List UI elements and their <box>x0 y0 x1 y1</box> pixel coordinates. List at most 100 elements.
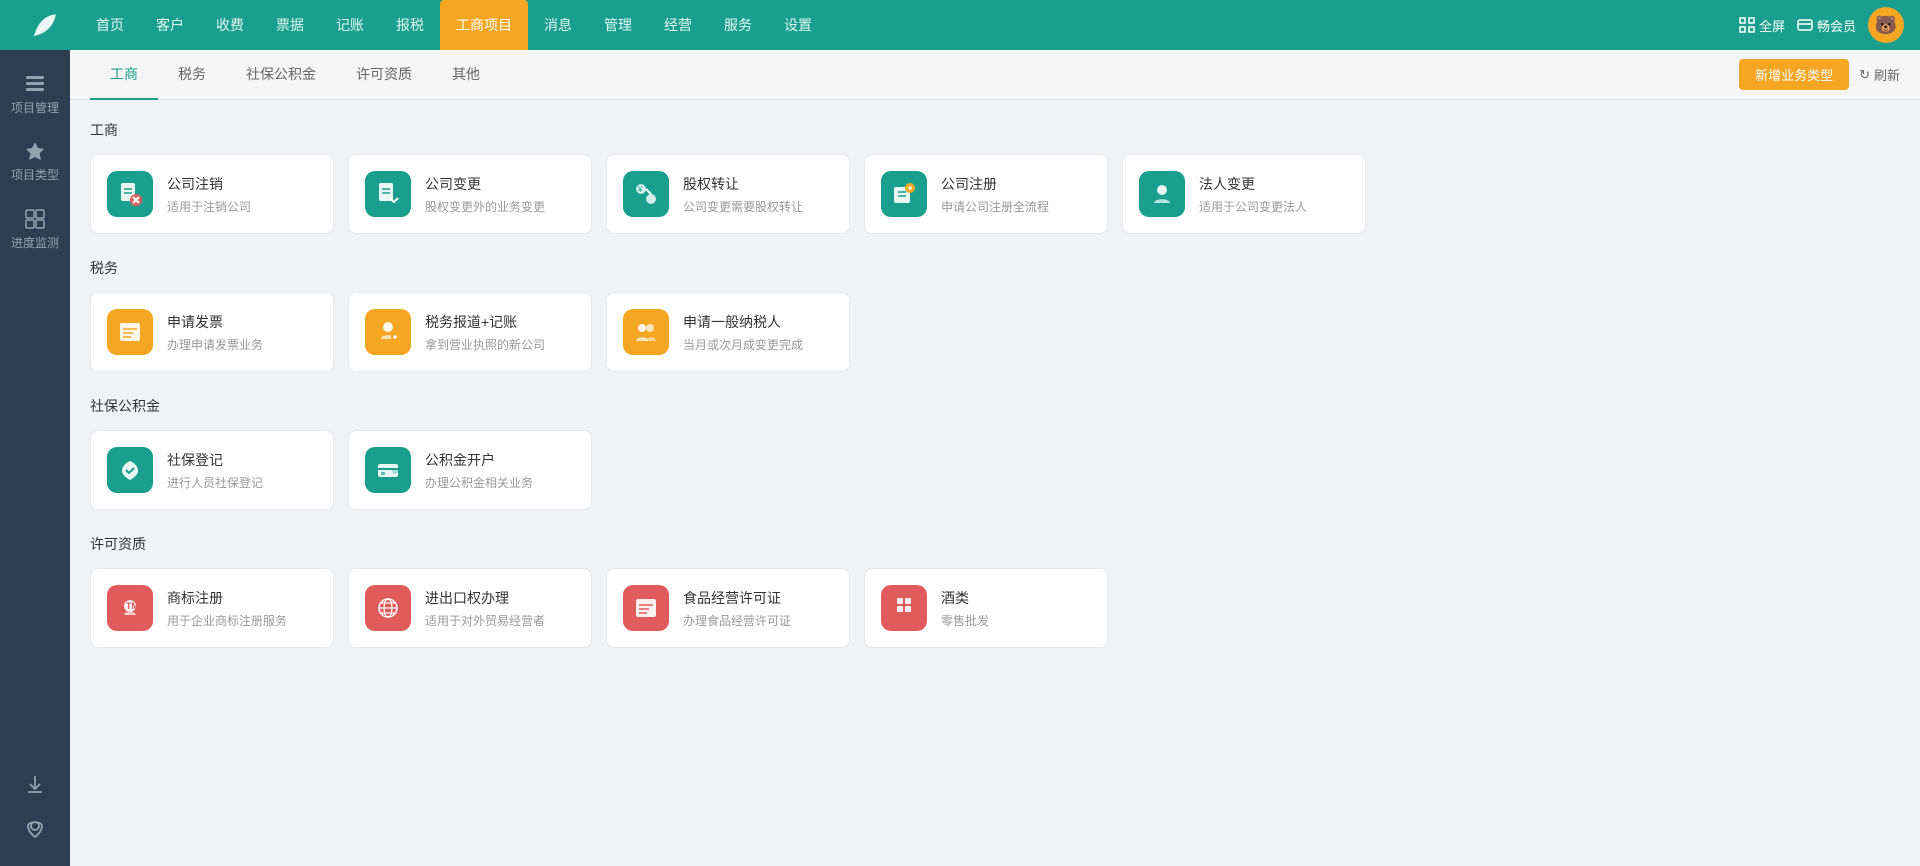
progress-monitor-icon <box>23 207 47 231</box>
card-desc-0-0: 适用于注销公司 <box>167 198 251 215</box>
service-card-0-1[interactable]: 公司变更股权变更外的业务变更 <box>348 154 592 234</box>
card-grid-0: 公司注销适用于注销公司 公司变更股权变更外的业务变更 ¥ 股权转让公司变更需要股权转让… <box>90 154 1900 234</box>
download-icon[interactable] <box>17 766 53 802</box>
card-title-0-4: 法人变更 <box>1199 174 1307 194</box>
service-card-3-0[interactable]: TM 商标注册用于企业商标注册服务 <box>90 568 334 648</box>
tab-gongshang[interactable]: 工商 <box>90 50 158 100</box>
card-text-0-3: 公司注册申请公司注册全流程 <box>941 174 1049 215</box>
nav-management[interactable]: 管理 <box>588 0 648 50</box>
fullscreen-button[interactable]: 全屏 <box>1739 16 1785 35</box>
card-icon-3-0: TM <box>107 585 153 631</box>
card-icon-2-0 <box>107 447 153 493</box>
card-title-0-2: 股权转让 <box>683 174 803 194</box>
card-desc-3-0: 用于企业商标注册服务 <box>167 612 287 629</box>
card-icon-0-0 <box>107 171 153 217</box>
refresh-icon: ↻ <box>1859 67 1870 83</box>
section-title-3: 许可资质 <box>90 534 1900 554</box>
scroll-content[interactable]: 工商公司注销适用于注销公司 公司变更股权变更外的业务变更 ¥ 股权转让公司变更需要股权… <box>70 100 1920 866</box>
nav-business-project[interactable]: 工商项目 <box>440 0 528 50</box>
card-text-1-2: 申请一般纳税人当月或次月成变更完成 <box>683 312 803 353</box>
card-desc-1-0: 办理申请发票业务 <box>167 336 263 353</box>
service-card-1-1[interactable]: 税务报道+记账拿到营业执照的新公司 <box>348 292 592 372</box>
user-avatar[interactable]: 🐻 <box>1868 7 1904 43</box>
sidebar-item-project-type[interactable]: 项目类型 <box>0 127 70 194</box>
nav-operation[interactable]: 经营 <box>648 0 708 50</box>
service-card-2-0[interactable]: 社保登记进行人员社保登记 <box>90 430 334 510</box>
card-desc-2-0: 进行人员社保登记 <box>167 474 263 491</box>
sidebar-item-project-management[interactable]: 项目管理 <box>0 60 70 127</box>
card-grid-2: 社保登记进行人员社保登记 公积金开户办理公积金相关业务 <box>90 430 1900 510</box>
section-0: 工商公司注销适用于注销公司 公司变更股权变更外的业务变更 ¥ 股权转让公司变更需要股权… <box>90 120 1900 234</box>
tab-shuiwu[interactable]: 税务 <box>158 50 226 100</box>
card-text-0-0: 公司注销适用于注销公司 <box>167 174 251 215</box>
project-management-icon <box>23 72 47 96</box>
nav-tax-report[interactable]: 报税 <box>380 0 440 50</box>
card-title-1-1: 税务报道+记账 <box>425 312 545 332</box>
nav-items: 首页 客户 收费 票据 记账 报税 工商项目 消息 管理 经营 服务 设置 <box>80 0 1739 50</box>
card-desc-0-1: 股权变更外的业务变更 <box>425 198 545 215</box>
nav-bills[interactable]: 票据 <box>260 0 320 50</box>
nav-service[interactable]: 服务 <box>708 0 768 50</box>
card-icon-1-0 <box>107 309 153 355</box>
content-area: 工商 税务 社保公积金 许可资质 其他 新增业务类型 ↻ 刷新 工商公司注销适用… <box>70 50 1920 866</box>
left-sidebar: 项目管理 项目类型 进度监测 <box>0 50 70 866</box>
service-card-1-0[interactable]: 申请发票办理申请发票业务 <box>90 292 334 372</box>
sidebar-item-progress-monitor[interactable]: 进度监测 <box>0 195 70 262</box>
svg-text:TM: TM <box>126 601 139 611</box>
service-card-3-3[interactable]: 酒类零售批发 <box>864 568 1108 648</box>
section-title-1: 税务 <box>90 258 1900 278</box>
service-card-0-0[interactable]: 公司注销适用于注销公司 <box>90 154 334 234</box>
service-card-0-4[interactable]: 法人变更适用于公司变更法人 <box>1122 154 1366 234</box>
card-desc-0-2: 公司变更需要股权转让 <box>683 198 803 215</box>
card-text-3-1: 进出口权办理适用于对外贸易经营者 <box>425 588 545 629</box>
nav-settings[interactable]: 设置 <box>768 0 828 50</box>
card-text-2-0: 社保登记进行人员社保登记 <box>167 450 263 491</box>
service-card-1-2[interactable]: 申请一般纳税人当月或次月成变更完成 <box>606 292 850 372</box>
card-icon-3-1 <box>365 585 411 631</box>
app-logo <box>10 0 80 50</box>
main-layout: 项目管理 项目类型 进度监测 <box>0 50 1920 866</box>
card-grid-3: TM 商标注册用于企业商标注册服务 进出口权办理适用于对外贸易经营者 食品经营许可证办… <box>90 568 1900 648</box>
card-title-0-0: 公司注销 <box>167 174 251 194</box>
tab-other[interactable]: 其他 <box>432 50 500 100</box>
nav-accounting[interactable]: 记账 <box>320 0 380 50</box>
section-title-0: 工商 <box>90 120 1900 140</box>
card-title-3-3: 酒类 <box>941 588 989 608</box>
card-title-3-2: 食品经营许可证 <box>683 588 791 608</box>
tab-xuke[interactable]: 许可资质 <box>336 50 432 100</box>
svg-text:¥: ¥ <box>637 185 643 194</box>
nav-customer[interactable]: 客户 <box>140 0 200 50</box>
fullscreen-label: 全屏 <box>1759 16 1785 35</box>
card-icon-1-1 <box>365 309 411 355</box>
refresh-button[interactable]: ↻ 刷新 <box>1859 65 1900 84</box>
service-card-3-2[interactable]: 食品经营许可证办理食品经营许可证 <box>606 568 850 648</box>
member-button[interactable]: 畅会员 <box>1797 16 1856 35</box>
nav-message[interactable]: 消息 <box>528 0 588 50</box>
location-icon[interactable] <box>17 810 53 846</box>
nav-right-area: 全屏 畅会员 🐻 <box>1739 7 1920 43</box>
card-icon-0-1 <box>365 171 411 217</box>
card-text-0-2: 股权转让公司变更需要股权转让 <box>683 174 803 215</box>
card-title-3-1: 进出口权办理 <box>425 588 545 608</box>
card-text-0-1: 公司变更股权变更外的业务变更 <box>425 174 545 215</box>
nav-home[interactable]: 首页 <box>80 0 140 50</box>
card-icon-3-3 <box>881 585 927 631</box>
top-navigation: 首页 客户 收费 票据 记账 报税 工商项目 消息 管理 经营 服务 设置 全屏… <box>0 0 1920 50</box>
tab-actions: 新增业务类型 ↻ 刷新 <box>1739 59 1900 90</box>
card-icon-0-3 <box>881 171 927 217</box>
nav-fees[interactable]: 收费 <box>200 0 260 50</box>
card-title-1-2: 申请一般纳税人 <box>683 312 803 332</box>
section-3: 许可资质 TM 商标注册用于企业商标注册服务 进出口权办理适用于对外贸易经营者 食品经营… <box>90 534 1900 648</box>
service-card-3-1[interactable]: 进出口权办理适用于对外贸易经营者 <box>348 568 592 648</box>
card-desc-3-3: 零售批发 <box>941 612 989 629</box>
card-title-2-0: 社保登记 <box>167 450 263 470</box>
service-card-2-1[interactable]: 公积金开户办理公积金相关业务 <box>348 430 592 510</box>
card-icon-0-4 <box>1139 171 1185 217</box>
tab-shebao[interactable]: 社保公积金 <box>226 50 336 100</box>
card-text-3-0: 商标注册用于企业商标注册服务 <box>167 588 287 629</box>
service-card-0-2[interactable]: ¥ 股权转让公司变更需要股权转让 <box>606 154 850 234</box>
add-type-button[interactable]: 新增业务类型 <box>1739 59 1849 90</box>
member-label: 畅会员 <box>1817 16 1856 35</box>
service-card-0-3[interactable]: 公司注册申请公司注册全流程 <box>864 154 1108 234</box>
section-title-2: 社保公积金 <box>90 396 1900 416</box>
